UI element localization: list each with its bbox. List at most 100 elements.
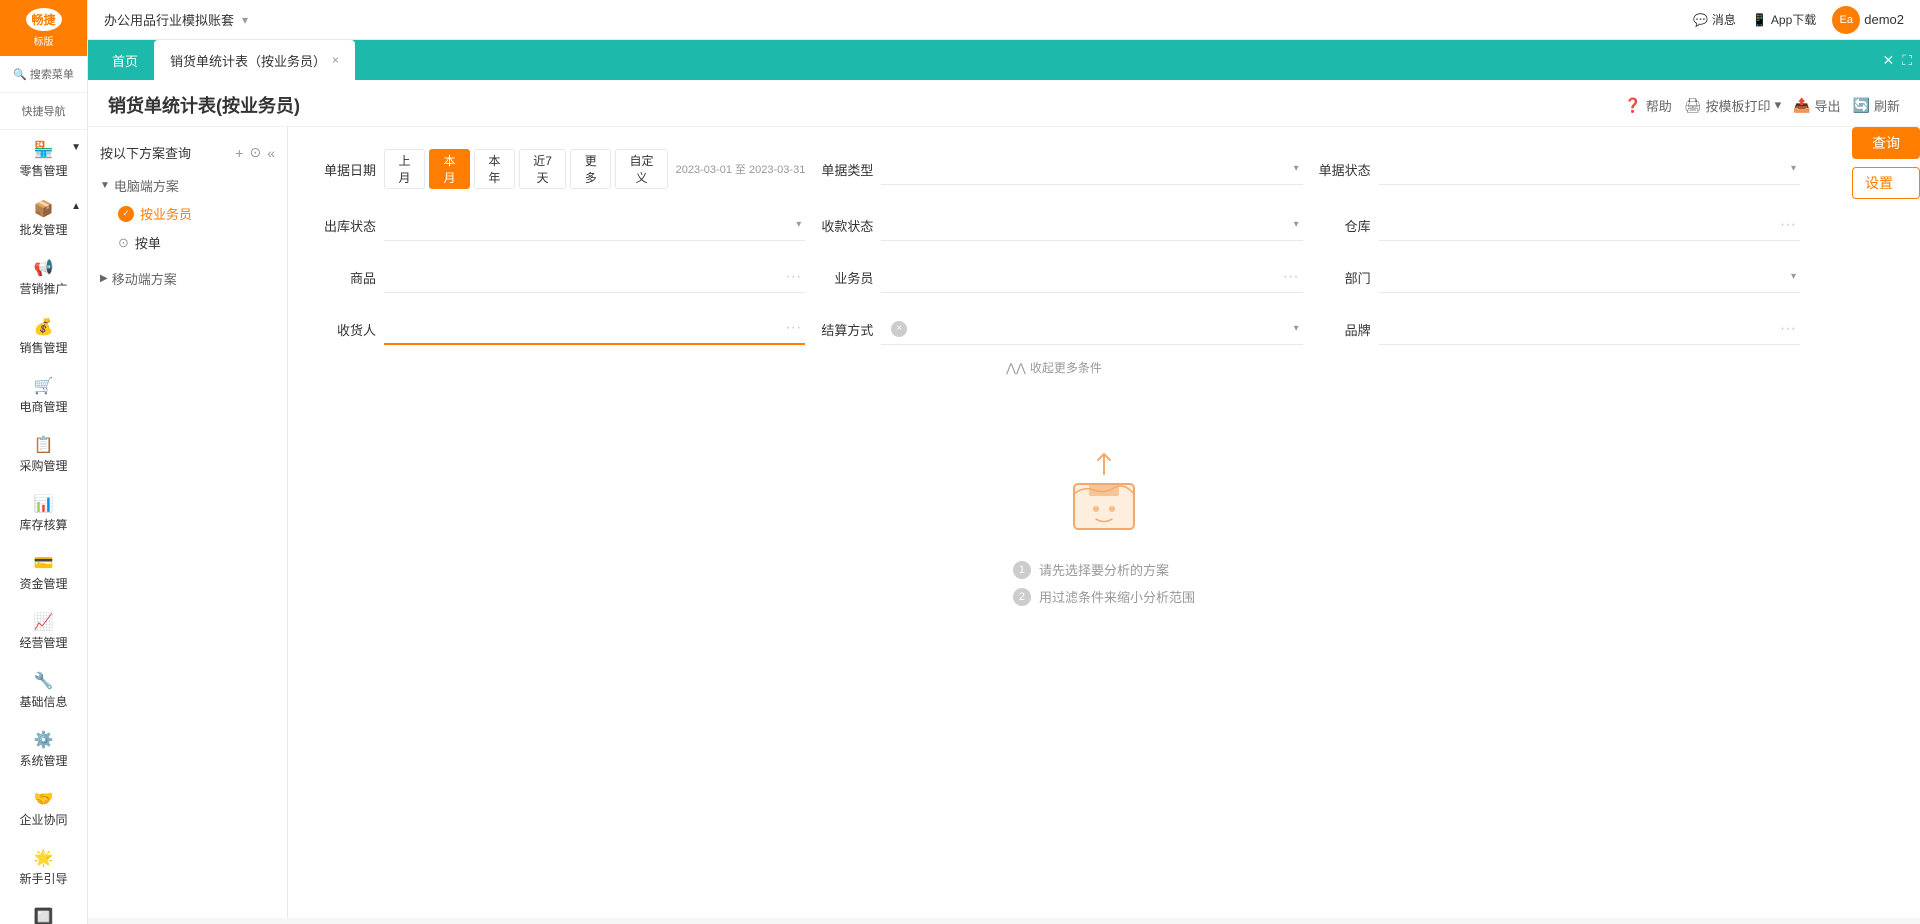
- content-area: 销货单统计表(按业务员) ❓ 帮助 🖨 按模板打印 ▾ 📤 导出: [88, 80, 1920, 924]
- page-title: 销货单统计表(按业务员): [108, 92, 300, 118]
- right-panel: 查询 设置 单据日期 上月 本月: [288, 127, 1920, 918]
- dept-label: 部门: [1303, 268, 1371, 287]
- topbar: 办公用品行业模拟账套 ▾ 💬 消息 📱 App下载 Ea demo2: [88, 0, 1920, 40]
- brand-dots-icon: ···: [1780, 320, 1796, 338]
- system-icon: ⚙️: [34, 730, 54, 750]
- goods-input[interactable]: ···: [384, 261, 805, 293]
- sidebar-item-finance[interactable]: 💳 资金管理: [0, 543, 87, 602]
- sidebar: 畅捷 标版 🔍 按以下方案查询 搜索菜单 快捷导航 🏪 零售管理 ▼ 📦 批发管…: [0, 0, 88, 924]
- filter-receiver-cell: 收货人 ···: [308, 307, 805, 351]
- close-all-tabs-button[interactable]: ✕: [1882, 52, 1894, 69]
- left-panel-icons: + ⊙ «: [235, 144, 275, 161]
- sidebar-item-basic[interactable]: 🔧 基础信息: [0, 661, 87, 720]
- sidebar-item-operations[interactable]: 📈 经营管理: [0, 602, 87, 661]
- filter-paymentstatus-cell: 收款状态 ▾: [805, 203, 1302, 247]
- sidebar-item-sales[interactable]: 💰 销售管理: [0, 307, 87, 366]
- date-this-month-btn[interactable]: 本月: [429, 149, 470, 189]
- filter-warehouse-cell: 仓库 ···: [1303, 203, 1800, 247]
- paymethod-clear-icon[interactable]: ×: [891, 321, 907, 337]
- tab-sales-stat[interactable]: 销货单统计表（按业务员） ×: [154, 40, 355, 80]
- marketing-icon: 📢: [34, 258, 54, 278]
- outstatus-select[interactable]: ▾: [384, 209, 805, 241]
- paymentstatus-label: 收款状态: [805, 216, 873, 235]
- paymethod-select[interactable]: × ▾: [881, 313, 1302, 345]
- basic-icon: 🔧: [34, 671, 54, 691]
- filter-doctype-cell: 单据类型 ▾: [805, 143, 1302, 195]
- lp-item-by-order[interactable]: ⊙ 按单: [88, 228, 287, 257]
- sidebar-item-retail[interactable]: 🏪 零售管理 ▼: [0, 130, 87, 189]
- help-button[interactable]: ❓ 帮助: [1624, 96, 1671, 115]
- sidebar-item-purchase[interactable]: 📋 采购管理: [0, 425, 87, 484]
- logo-icon: 畅捷: [26, 8, 62, 31]
- page-actions: ❓ 帮助 🖨 按模板打印 ▾ 📤 导出 🔄 刷新: [1624, 96, 1900, 115]
- collapse-row: ⋀⋀ 收起更多条件: [308, 355, 1800, 384]
- export-button[interactable]: 📤 导出: [1793, 96, 1840, 115]
- export-icon: 📤: [1793, 97, 1810, 114]
- enterprise-icon: 🤝: [34, 789, 54, 809]
- app-download-button[interactable]: 📱 App下载: [1752, 11, 1816, 28]
- lp-item-by-staff[interactable]: ✓ 按业务员: [88, 199, 287, 228]
- sidebar-item-newuser[interactable]: 🌟 新手引导: [0, 838, 87, 897]
- help-icon: ❓: [1624, 97, 1641, 114]
- message-button[interactable]: 💬 消息: [1693, 11, 1736, 28]
- pc-section-arrow: ▼: [100, 180, 110, 191]
- receiver-label: 收货人: [308, 320, 376, 339]
- wholesale-icon: 📦: [34, 199, 54, 219]
- doctype-select[interactable]: ▾: [881, 153, 1302, 185]
- sidebar-quicknav-section: 快捷导航: [0, 93, 87, 130]
- avatar: Ea: [1832, 6, 1860, 34]
- warehouse-input[interactable]: ···: [1379, 209, 1800, 241]
- warehouse-label: 仓库: [1303, 216, 1371, 235]
- lp-section-mobile-title[interactable]: ▶ 移动端方案: [88, 265, 287, 292]
- tab-home[interactable]: 首页: [96, 40, 154, 80]
- left-panel: 按以下方案查询 + ⊙ « ▼ 电脑端方案 ✓: [88, 127, 288, 918]
- collapse-filters-button[interactable]: ⋀⋀ 收起更多条件: [1006, 359, 1102, 376]
- main-area: 办公用品行业模拟账套 ▾ 💬 消息 📱 App下载 Ea demo2 首页: [88, 0, 1920, 924]
- sidebar-item-wholesale[interactable]: 📦 批发管理 ▲: [0, 189, 87, 248]
- ecommerce-icon: 🛒: [34, 376, 54, 396]
- sidebar-item-system[interactable]: ⚙️ 系统管理: [0, 720, 87, 779]
- empty-tips: 1 请先选择要分析的方案 2 用过滤条件来缩小分析范围: [1013, 560, 1195, 606]
- tab-close-icon[interactable]: ×: [332, 53, 339, 67]
- sidebar-item-ecommerce[interactable]: 🛒 电商管理: [0, 366, 87, 425]
- paymentstatus-select[interactable]: ▾: [881, 209, 1302, 241]
- date-more-btn[interactable]: 更多: [570, 149, 611, 189]
- topbar-dropdown-icon[interactable]: ▾: [242, 13, 248, 27]
- date-custom-btn[interactable]: 自定义: [615, 149, 667, 189]
- tabbar-actions: ✕ ⛶: [1882, 52, 1912, 69]
- query-button[interactable]: 查询: [1852, 127, 1920, 159]
- docstatus-select[interactable]: ▾: [1379, 153, 1800, 185]
- add-scheme-button[interactable]: +: [235, 145, 243, 161]
- sidebar-item-marketing[interactable]: 📢 营销推广: [0, 248, 87, 307]
- sidebar-item-enterprise[interactable]: 🤝 企业协同: [0, 779, 87, 838]
- sidebar-item-inventory[interactable]: 📊 库存核算: [0, 484, 87, 543]
- receiver-input[interactable]: ···: [384, 313, 805, 345]
- date-last-7-days-btn[interactable]: 近7天: [519, 149, 566, 189]
- date-last-month-btn[interactable]: 上月: [384, 149, 425, 189]
- maximize-button[interactable]: ⛶: [1902, 52, 1912, 69]
- date-this-year-btn[interactable]: 本年: [474, 149, 515, 189]
- appcenter-icon: 🔲: [34, 907, 54, 924]
- mobile-section-arrow: ▶: [100, 273, 108, 284]
- search-menu-button[interactable]: 🔍 按以下方案查询 搜索菜单: [13, 62, 74, 86]
- filter-date-cell: 单据日期 上月 本月 本年 近7天 更多 自定义 2023-03-01 至 20…: [308, 143, 805, 195]
- staff-input[interactable]: ···: [881, 261, 1302, 293]
- collapse-panel-button[interactable]: «: [267, 145, 275, 161]
- outstatus-arrow-icon: ▾: [796, 219, 801, 230]
- date-label: 单据日期: [308, 160, 376, 179]
- refresh-button[interactable]: 🔄 刷新: [1853, 96, 1900, 115]
- dept-select[interactable]: ▾: [1379, 261, 1800, 293]
- template-print-button[interactable]: 🖨 按模板打印 ▾: [1684, 96, 1781, 115]
- sidebar-item-appcenter[interactable]: 🔲 应用中心: [0, 897, 87, 924]
- filter-docstatus-cell: 单据状态 ▾: [1303, 143, 1800, 195]
- lp-section-pc-title[interactable]: ▼ 电脑端方案: [88, 172, 287, 199]
- quicknav-button[interactable]: 快捷导航: [22, 99, 66, 123]
- user-menu-button[interactable]: Ea demo2: [1832, 6, 1904, 34]
- brand-input[interactable]: ···: [1379, 313, 1800, 345]
- settings-button[interactable]: 设置: [1852, 167, 1920, 199]
- settings-scheme-button[interactable]: ⊙: [249, 144, 261, 161]
- empty-tip-2: 2 用过滤条件来缩小分析范围: [1013, 587, 1195, 606]
- doctype-arrow-icon: ▾: [1294, 163, 1299, 174]
- filters-section: 单据日期 上月 本月 本年 近7天 更多 自定义 2023-03-01 至 20…: [308, 143, 1800, 384]
- print-icon: 🖨: [1684, 97, 1702, 114]
